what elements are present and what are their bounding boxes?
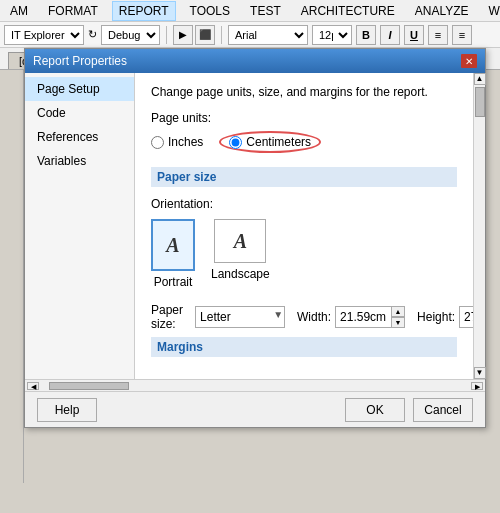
toolbar-icon-1[interactable]: ▶ [173, 25, 193, 45]
landscape-label: Landscape [211, 267, 270, 281]
align-left-button[interactable]: ≡ [428, 25, 448, 45]
dialog-footer: Help OK Cancel [25, 391, 485, 427]
dialog-body: Page Setup Code References Variables Cha… [25, 73, 485, 379]
height-input-wrapper: ▲ ▼ [459, 306, 473, 328]
orientation-group: A Portrait A Landscape [151, 219, 457, 289]
orientation-label: Orientation: [151, 197, 457, 211]
width-input-wrapper: ▲ ▼ [335, 306, 405, 328]
toolbar-sep-2 [221, 26, 222, 44]
centimeters-label: Centimeters [246, 135, 311, 149]
width-group: Width: ▲ ▼ [297, 306, 405, 328]
inches-radio[interactable] [151, 136, 164, 149]
menu-format[interactable]: FORMAT [42, 2, 104, 20]
italic-button[interactable]: I [380, 25, 400, 45]
margins-section-header: Margins [151, 337, 457, 357]
report-properties-dialog: Report Properties ✕ Page Setup Code Refe… [24, 48, 486, 428]
paper-size-row: Paper size: Letter A4 Legal ▼ Width: [151, 303, 457, 331]
menu-test[interactable]: TEST [244, 2, 287, 20]
nav-item-code[interactable]: Code [25, 101, 134, 125]
scroll-left-button[interactable]: ◀ [27, 382, 39, 390]
portrait-option[interactable]: A Portrait [151, 219, 195, 289]
paper-size-select[interactable]: Letter A4 Legal [195, 306, 285, 328]
menu-am[interactable]: AM [4, 2, 34, 20]
portrait-icon[interactable]: A [151, 219, 195, 271]
page-units-group: Inches Centimeters [151, 131, 457, 153]
dialog-close-button[interactable]: ✕ [461, 54, 477, 68]
width-spin-down[interactable]: ▼ [391, 317, 405, 328]
dialog-titlebar: Report Properties ✕ [25, 49, 485, 73]
menu-window[interactable]: WINDOW [483, 2, 500, 20]
font-size-dropdown[interactable]: 12pt [312, 25, 352, 45]
dialog-content: Change page units, size, and margins for… [135, 73, 473, 379]
height-group: Height: ▲ ▼ [417, 306, 473, 328]
vertical-scrollbar[interactable]: ▲ ▼ [473, 73, 485, 379]
help-button[interactable]: Help [37, 398, 97, 422]
page-units-label: Page units: [151, 111, 457, 125]
cancel-button[interactable]: Cancel [413, 398, 473, 422]
height-input[interactable] [459, 306, 473, 328]
nav-item-references[interactable]: References [25, 125, 134, 149]
menubar: AM FORMAT REPORT TOOLS TEST ARCHITECTURE… [0, 0, 500, 22]
landscape-icon[interactable]: A [214, 219, 266, 263]
paper-size-section-header: Paper size [151, 167, 457, 187]
toolbar: IT Explorer ↻ Debug ▶ ⬛ Arial 12pt B I U… [0, 22, 500, 48]
height-label: Height: [417, 310, 455, 324]
portrait-label: Portrait [154, 275, 193, 289]
toolbar-icon-2[interactable]: ⬛ [195, 25, 215, 45]
dialog-title: Report Properties [33, 54, 127, 68]
inches-label: Inches [168, 135, 203, 149]
menu-tools[interactable]: TOOLS [184, 2, 236, 20]
footer-left: Help [25, 398, 97, 422]
menu-analyze[interactable]: ANALYZE [409, 2, 475, 20]
width-spin-up[interactable]: ▲ [391, 306, 405, 317]
nav-item-variables[interactable]: Variables [25, 149, 134, 173]
centimeters-radio[interactable] [229, 136, 242, 149]
inches-option[interactable]: Inches [151, 135, 203, 149]
menu-architecture[interactable]: ARCHITECTURE [295, 2, 401, 20]
footer-right: OK Cancel [345, 398, 485, 422]
toolbar-sep-1 [166, 26, 167, 44]
left-rail [0, 70, 24, 483]
centimeters-option[interactable]: Centimeters [219, 131, 321, 153]
ok-button[interactable]: OK [345, 398, 405, 422]
dialog-nav: Page Setup Code References Variables [25, 73, 135, 379]
paper-size-label: Paper size: [151, 303, 183, 331]
scroll-up-button[interactable]: ▲ [474, 73, 486, 85]
h-scrollbar-thumb[interactable] [49, 382, 129, 390]
paper-size-select-wrapper: Letter A4 Legal ▼ [195, 306, 285, 328]
description-text: Change page units, size, and margins for… [151, 85, 457, 99]
scroll-right-button[interactable]: ▶ [471, 382, 483, 390]
scrollbar-thumb[interactable] [475, 87, 485, 117]
underline-button[interactable]: U [404, 25, 424, 45]
font-dropdown[interactable]: Arial [228, 25, 308, 45]
debug-dropdown[interactable]: Debug [101, 25, 160, 45]
width-label: Width: [297, 310, 331, 324]
width-spin-buttons: ▲ ▼ [391, 306, 405, 328]
bold-button[interactable]: B [356, 25, 376, 45]
scroll-down-button[interactable]: ▼ [474, 367, 486, 379]
landscape-option[interactable]: A Landscape [211, 219, 270, 289]
explorer-dropdown[interactable]: IT Explorer [4, 25, 84, 45]
align-right-button[interactable]: ≡ [452, 25, 472, 45]
menu-report[interactable]: REPORT [112, 1, 176, 21]
nav-item-page-setup[interactable]: Page Setup [25, 77, 134, 101]
horizontal-scrollbar[interactable]: ◀ ▶ [25, 379, 485, 391]
